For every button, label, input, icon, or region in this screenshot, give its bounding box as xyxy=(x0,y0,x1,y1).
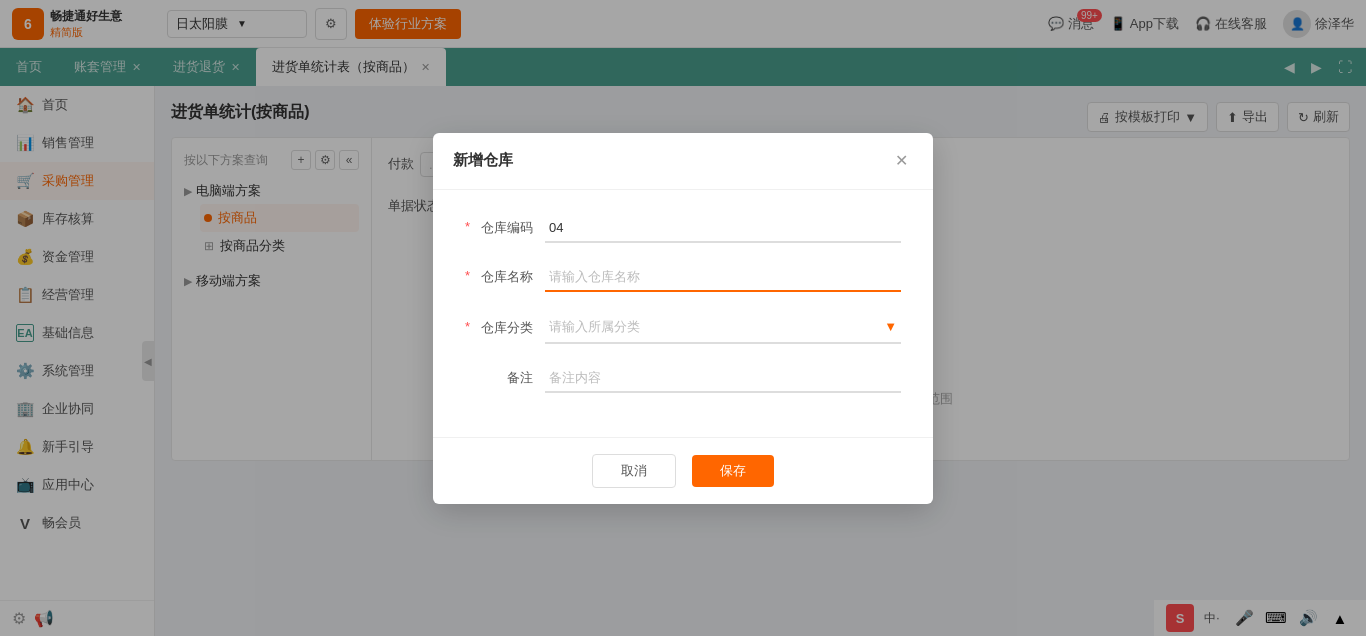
chevron-down-icon: ▼ xyxy=(884,319,897,334)
modal-footer: 取消 保存 xyxy=(433,437,933,504)
remark-label: 备注 xyxy=(465,369,545,387)
modal-overlay: 新增仓库 ✕ 仓库编码 仓库名称 仓库分类 请输入所属分类 ▼ xyxy=(0,0,1366,636)
new-warehouse-modal: 新增仓库 ✕ 仓库编码 仓库名称 仓库分类 请输入所属分类 ▼ xyxy=(433,133,933,504)
modal-close-button[interactable]: ✕ xyxy=(889,149,913,173)
modal-header: 新增仓库 ✕ xyxy=(433,133,933,190)
form-row-category: 仓库分类 请输入所属分类 ▼ xyxy=(465,312,901,344)
save-button[interactable]: 保存 xyxy=(692,455,774,487)
modal-title: 新增仓库 xyxy=(453,151,513,170)
form-row-code: 仓库编码 xyxy=(465,214,901,243)
modal-body: 仓库编码 仓库名称 仓库分类 请输入所属分类 ▼ 备注 xyxy=(433,190,933,437)
form-row-name: 仓库名称 xyxy=(465,263,901,292)
name-label: 仓库名称 xyxy=(465,268,545,286)
form-row-remark: 备注 xyxy=(465,364,901,393)
name-input[interactable] xyxy=(545,263,901,292)
code-input[interactable] xyxy=(545,214,901,243)
remark-input[interactable] xyxy=(545,364,901,393)
code-label: 仓库编码 xyxy=(465,219,545,237)
category-select[interactable]: 请输入所属分类 ▼ xyxy=(545,312,901,344)
cancel-button[interactable]: 取消 xyxy=(592,454,676,488)
category-label: 仓库分类 xyxy=(465,319,545,337)
